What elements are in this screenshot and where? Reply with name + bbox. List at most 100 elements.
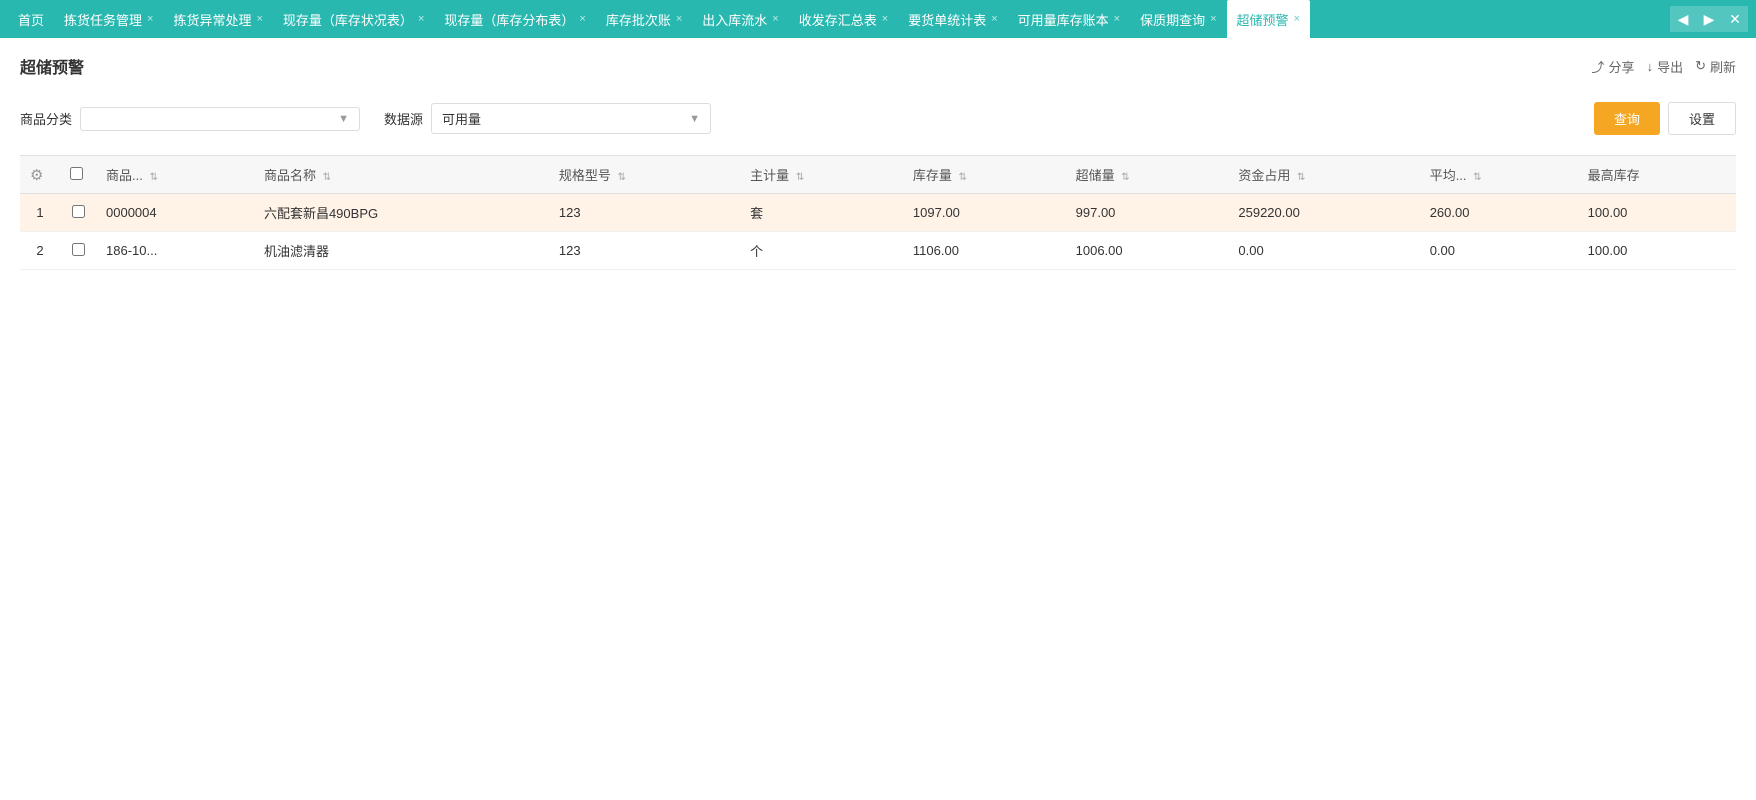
sort-icon: ⇅ [1473,172,1481,183]
close-icon[interactable]: × [991,13,997,25]
column-spec[interactable]: 规格型号 ⇅ [549,156,740,194]
share-icon: ⤴ [1592,57,1605,76]
cell-unit: 个 [740,232,903,270]
nav-batch-account[interactable]: 库存批次账 × [596,0,692,38]
row-checkbox-cell [60,194,96,232]
column-unit[interactable]: 主计量 ⇅ [740,156,903,194]
sort-icon: ⇅ [1297,172,1305,183]
close-icon[interactable]: × [1114,13,1120,25]
close-icon[interactable]: × [418,13,424,25]
page-container: 超储预警 ⤴ 分享 ↓ 导出 ↻ 刷新 商品分类 ▼ 数据源 [0,38,1756,800]
column-stock[interactable]: 库存量 ⇅ [903,156,1066,194]
cell-stock: 1097.00 [903,194,1066,232]
nav-quality-check[interactable]: 保质期查询 × [1130,0,1226,38]
nav-abnormal[interactable]: 拣货异常处理 × [163,0,272,38]
column-product-code[interactable]: 商品... ⇅ [96,156,254,194]
nav-home[interactable]: 首页 [8,0,54,38]
nav-next-button[interactable]: ▶ [1696,6,1722,32]
close-icon[interactable]: × [772,13,778,25]
sort-icon: ⇅ [618,172,626,183]
export-button[interactable]: ↓ 导出 [1647,57,1684,76]
column-max-stock[interactable]: 最高库存 [1578,156,1736,194]
settings-button[interactable]: 设置 [1668,102,1736,135]
nav-arrows: ◀ ▶ ✕ [1670,6,1748,32]
refresh-button[interactable]: ↻ 刷新 [1695,57,1736,76]
datasource-filter: 数据源 可用量 ▼ [384,103,711,134]
cell-avg: 0.00 [1420,232,1578,270]
column-product-name[interactable]: 商品名称 ⇅ [254,156,549,194]
sort-icon: ⇅ [959,172,967,183]
close-icon[interactable]: × [882,13,888,25]
cell-overstock: 997.00 [1066,194,1229,232]
table-row: 1 0000004 六配套新昌490BPG 123 套 1097.00 997.… [20,194,1736,232]
cell-capital-occ: 0.00 [1228,232,1419,270]
close-icon[interactable]: × [1210,13,1216,25]
nav-close-all-button[interactable]: ✕ [1722,6,1748,32]
select-all-checkbox[interactable] [70,167,83,180]
close-icon[interactable]: × [256,13,262,25]
nav-prev-button[interactable]: ◀ [1670,6,1696,32]
top-nav: 首页 拣货任务管理 × 拣货异常处理 × 现存量（库存状况表） × 现存量（库存… [0,0,1756,38]
cell-product-name: 六配套新昌490BPG [254,194,549,232]
table-header: ⚙ 商品... ⇅ 商品名称 ⇅ 规格型号 ⇅ 主计量 [20,156,1736,194]
nav-available-ledger[interactable]: 可用量库存账本 × [1008,0,1130,38]
category-filter: 商品分类 ▼ [20,107,360,131]
category-select[interactable]: ▼ [80,107,360,131]
close-icon[interactable]: × [676,13,682,25]
close-icon[interactable]: × [147,13,153,25]
chevron-down-icon: ▼ [338,113,349,125]
cell-max-stock: 100.00 [1578,194,1736,232]
table-body: 1 0000004 六配套新昌490BPG 123 套 1097.00 997.… [20,194,1736,270]
nav-stock-status[interactable]: 现存量（库存状况表） × [273,0,434,38]
column-avg[interactable]: 平均... ⇅ [1420,156,1578,194]
datasource-label: 数据源 [384,109,423,128]
query-button[interactable]: 查询 [1594,102,1660,135]
column-checkbox [60,156,96,194]
cell-stock: 1106.00 [903,232,1066,270]
nav-stock-dist[interactable]: 现存量（库存分布表） × [434,0,595,38]
nav-collect-summary[interactable]: 收发存汇总表 × [789,0,898,38]
page-header: 超储预警 ⤴ 分享 ↓ 导出 ↻ 刷新 [20,54,1736,78]
nav-task-mgmt[interactable]: 拣货任务管理 × [54,0,163,38]
header-actions: ⤴ 分享 ↓ 导出 ↻ 刷新 [1592,57,1736,76]
sort-icon: ⇅ [1121,172,1129,183]
cell-capital-occ: 259220.00 [1228,194,1419,232]
cell-unit: 套 [740,194,903,232]
page-title: 超储预警 [20,54,84,78]
settings-gear-icon[interactable]: ⚙ [30,166,43,184]
close-icon[interactable]: × [1294,13,1300,25]
column-settings[interactable]: ⚙ [20,156,60,194]
refresh-icon: ↻ [1695,58,1706,74]
datasource-value: 可用量 [442,109,481,128]
sort-icon: ⇅ [796,172,804,183]
cell-avg: 260.00 [1420,194,1578,232]
cell-spec: 123 [549,194,740,232]
sort-icon: ⇅ [323,172,331,183]
action-buttons: 查询 设置 [1594,102,1736,135]
table-row: 2 186-10... 机油滤清器 123 个 1106.00 1006.00 … [20,232,1736,270]
cell-product-code: 0000004 [96,194,254,232]
cell-overstock: 1006.00 [1066,232,1229,270]
cell-max-stock: 100.00 [1578,232,1736,270]
column-capital-occ[interactable]: 资金占用 ⇅ [1228,156,1419,194]
close-icon[interactable]: × [579,13,585,25]
share-button[interactable]: ⤴ 分享 [1592,57,1635,76]
nav-overstock-warning[interactable]: 超储预警 × [1227,0,1310,38]
cell-product-name: 机油滤清器 [254,232,549,270]
category-label: 商品分类 [20,109,72,128]
filter-row: 商品分类 ▼ 数据源 可用量 ▼ 查询 设置 [20,94,1736,143]
datasource-select[interactable]: 可用量 ▼ [431,103,711,134]
column-overstock[interactable]: 超储量 ⇅ [1066,156,1229,194]
row-checkbox[interactable] [72,205,85,218]
nav-order-stats[interactable]: 要货单统计表 × [898,0,1007,38]
cell-spec: 123 [549,232,740,270]
row-checkbox[interactable] [72,243,85,256]
data-table: ⚙ 商品... ⇅ 商品名称 ⇅ 规格型号 ⇅ 主计量 [20,155,1736,270]
chevron-down-icon: ▼ [689,113,700,125]
export-icon: ↓ [1647,59,1654,74]
row-checkbox-cell [60,232,96,270]
row-index: 2 [20,232,60,270]
nav-in-out-flow[interactable]: 出入库流水 × [692,0,788,38]
cell-product-code: 186-10... [96,232,254,270]
sort-icon: ⇅ [149,172,157,183]
